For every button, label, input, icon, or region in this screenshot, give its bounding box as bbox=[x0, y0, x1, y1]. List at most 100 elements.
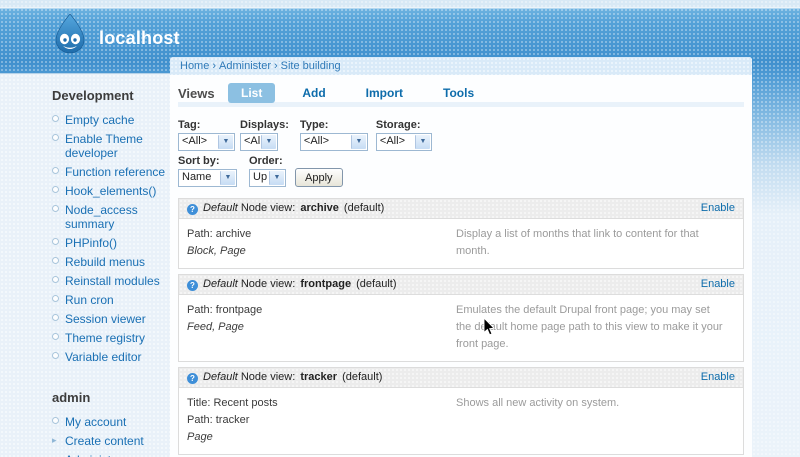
filter-label: Displays: bbox=[240, 119, 289, 131]
enable-link[interactable]: Enable bbox=[701, 371, 735, 384]
view-description: Shows all new activity on system. bbox=[456, 397, 620, 409]
view-displays: Block, Page bbox=[187, 245, 246, 257]
tabs: List Add Import Tools bbox=[228, 83, 506, 103]
select-arrow-icon[interactable]: ▼ bbox=[220, 171, 235, 185]
help-icon[interactable]: ? bbox=[187, 373, 198, 384]
sidebar-link[interactable]: Administer bbox=[65, 453, 122, 457]
view-displays: Feed, Page bbox=[187, 321, 244, 333]
select-type[interactable]: <All> ▼ bbox=[299, 133, 368, 151]
sidebar-section-list: Empty cache Enable Theme developer Functio… bbox=[0, 113, 170, 364]
bullet-icon bbox=[52, 186, 59, 193]
tab-add[interactable]: Add bbox=[294, 83, 333, 103]
view-name: frontpage bbox=[300, 278, 352, 290]
tab-tools[interactable]: Tools bbox=[435, 83, 482, 103]
filter-storage: Storage: <All> ▼ bbox=[375, 119, 432, 151]
sidebar-item-empty-cache[interactable]: Empty cache bbox=[52, 113, 170, 127]
sidebar-item-theme-registry[interactable]: Theme registry bbox=[52, 331, 170, 345]
sidebar-item-create-content[interactable]: ▸ Create content bbox=[52, 434, 170, 448]
expanded-arrow-icon: ▾ bbox=[52, 453, 57, 457]
select-value: <All> bbox=[379, 135, 405, 147]
select-sort-by[interactable]: Name ▼ bbox=[178, 169, 237, 187]
sidebar-item-run-cron[interactable]: Run cron bbox=[52, 293, 170, 307]
bullet-icon bbox=[52, 205, 59, 212]
view-displays: Page bbox=[187, 431, 213, 443]
select-value: Up bbox=[253, 171, 268, 183]
bullet-icon bbox=[52, 167, 59, 174]
site-name[interactable]: localhost bbox=[99, 28, 180, 49]
sidebar-item-rebuild-menus[interactable]: Rebuild menus bbox=[52, 255, 170, 269]
bullet-icon bbox=[52, 314, 59, 321]
enable-link[interactable]: Enable bbox=[701, 202, 735, 215]
tab-list[interactable]: List bbox=[228, 83, 276, 103]
sidebar-link[interactable]: Reinstall modules bbox=[65, 274, 160, 288]
drupal-logo-icon[interactable] bbox=[52, 13, 88, 55]
select-tag[interactable]: <All> ▼ bbox=[178, 133, 235, 151]
select-arrow-icon[interactable]: ▼ bbox=[269, 171, 284, 185]
sidebar-link[interactable]: Hook_elements() bbox=[65, 184, 156, 198]
sidebar-item-hook-elements[interactable]: Hook_elements() bbox=[52, 184, 170, 198]
help-icon[interactable]: ? bbox=[187, 280, 198, 291]
bullet-icon bbox=[52, 238, 59, 245]
breadcrumb-link-home[interactable]: Home bbox=[180, 60, 209, 72]
sidebar-link[interactable]: Function reference bbox=[65, 165, 165, 179]
select-arrow-icon[interactable]: ▼ bbox=[218, 135, 233, 149]
view-type-label: Default bbox=[203, 371, 238, 383]
sidebar-link[interactable]: Rebuild menus bbox=[65, 255, 145, 269]
sidebar-section-title-admin: admin bbox=[52, 390, 91, 405]
screen: localhost Development Empty cache Enable T… bbox=[0, 0, 800, 457]
sidebar-item-session-viewer[interactable]: Session viewer bbox=[52, 312, 170, 326]
bullet-icon bbox=[52, 352, 59, 359]
sidebar-link[interactable]: PHPinfo() bbox=[65, 236, 117, 250]
filter-label: Storage: bbox=[375, 119, 421, 131]
sidebar-section-title-development: Development bbox=[52, 88, 134, 103]
sidebar-link[interactable]: Node_access summary bbox=[65, 203, 138, 231]
tab-import[interactable]: Import bbox=[358, 83, 411, 103]
sidebar-item-phpinfo[interactable]: PHPinfo() bbox=[52, 236, 170, 250]
sidebar-item-reinstall-modules[interactable]: Reinstall modules bbox=[52, 274, 170, 288]
bullet-icon bbox=[52, 333, 59, 340]
view-kind-label: Node view: bbox=[240, 278, 299, 290]
sidebar-item-enable-theme-developer[interactable]: Enable Theme developer bbox=[52, 132, 170, 160]
view-detail-line: Path: tracker bbox=[187, 414, 250, 426]
view-row-header: ? Default Node view: tracker (default) Ena… bbox=[179, 368, 743, 388]
select-value: <All> bbox=[303, 135, 329, 147]
select-order[interactable]: Up ▼ bbox=[249, 169, 286, 187]
view-row-header: ? Default Node view: archive (default) Ena… bbox=[179, 199, 743, 219]
bullet-icon bbox=[52, 115, 59, 122]
view-type-label: Default bbox=[203, 202, 238, 214]
sidebar-section-list: My account▸Create content▾Administer▸Con… bbox=[0, 415, 170, 457]
sidebar-item-function-reference[interactable]: Function reference bbox=[52, 165, 170, 179]
sidebar-link[interactable]: Theme registry bbox=[65, 331, 145, 345]
filter-displays: Displays: <All> ▼ bbox=[240, 119, 289, 151]
view-kind-label: Node view: bbox=[240, 371, 299, 383]
select-value: Name bbox=[182, 171, 212, 183]
select-displays[interactable]: <All> ▼ bbox=[240, 133, 278, 151]
mouse-cursor-icon bbox=[483, 316, 495, 341]
sidebar-link[interactable]: Enable Theme developer bbox=[65, 132, 143, 160]
sidebar-link[interactable]: My account bbox=[65, 415, 126, 429]
breadcrumb-link-administer[interactable]: Administer bbox=[219, 60, 271, 72]
filter-tag: Tag: <All> ▼ bbox=[178, 119, 235, 151]
select-storage[interactable]: <All> ▼ bbox=[375, 133, 432, 151]
bullet-icon bbox=[52, 295, 59, 302]
breadcrumb-link-site-building[interactable]: Site building bbox=[281, 60, 341, 72]
apply-button[interactable]: Apply bbox=[295, 168, 343, 187]
sidebar-item-administer[interactable]: ▾ Administer bbox=[52, 453, 170, 457]
select-arrow-icon[interactable]: ▼ bbox=[414, 135, 430, 149]
sidebar: Development Empty cache Enable Theme devel… bbox=[0, 73, 170, 457]
breadcrumb: Home › Administer › Site building bbox=[170, 57, 752, 75]
sidebar-link[interactable]: Create content bbox=[65, 434, 144, 448]
select-arrow-icon[interactable]: ▼ bbox=[350, 135, 366, 149]
select-arrow-icon[interactable]: ▼ bbox=[261, 135, 276, 149]
sidebar-link[interactable]: Empty cache bbox=[65, 113, 134, 127]
sidebar-link[interactable]: Variable editor bbox=[65, 350, 142, 364]
sidebar-item-my-account[interactable]: My account bbox=[52, 415, 170, 429]
sidebar-link[interactable]: Run cron bbox=[65, 293, 114, 307]
help-icon[interactable]: ? bbox=[187, 204, 198, 215]
sidebar-link[interactable]: Session viewer bbox=[65, 312, 146, 326]
sidebar-item-node-access-summary[interactable]: Node_access summary bbox=[52, 203, 170, 231]
enable-link[interactable]: Enable bbox=[701, 278, 735, 291]
bullet-icon bbox=[52, 257, 59, 264]
sidebar-item-variable-editor[interactable]: Variable editor bbox=[52, 350, 170, 364]
view-name: archive bbox=[300, 202, 339, 214]
